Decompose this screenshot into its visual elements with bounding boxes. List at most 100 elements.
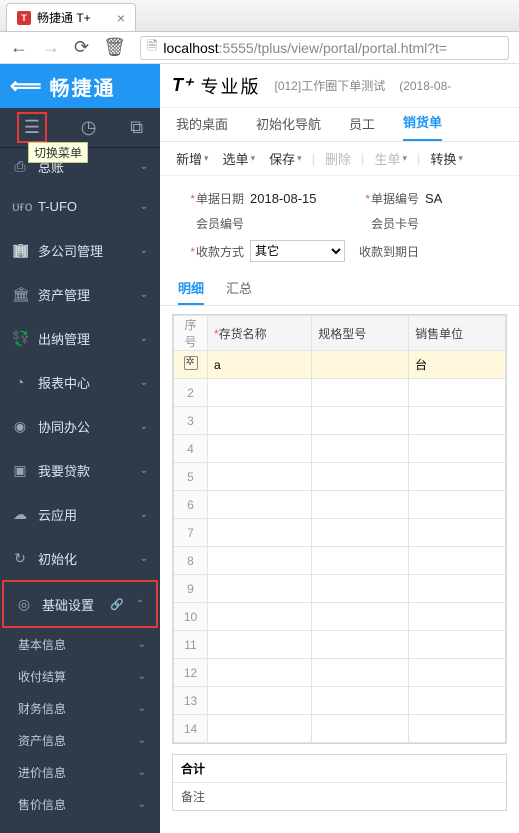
new-window-icon[interactable]: ⧉ bbox=[130, 117, 143, 138]
cell-spec[interactable] bbox=[312, 407, 409, 435]
table-row[interactable]: 6 bbox=[174, 491, 506, 519]
cell-spec[interactable] bbox=[312, 687, 409, 715]
table-row[interactable]: 12 bbox=[174, 659, 506, 687]
table-row[interactable]: 10 bbox=[174, 603, 506, 631]
sidebar-item[interactable]: ☁云应用⌄ bbox=[0, 492, 160, 536]
row-gear-icon[interactable] bbox=[184, 356, 198, 370]
table-row[interactable]: 5 bbox=[174, 463, 506, 491]
table-row[interactable]: 9 bbox=[174, 575, 506, 603]
table-row[interactable]: 11 bbox=[174, 631, 506, 659]
sidebar-item[interactable]: ◔报表中心⌄ bbox=[0, 360, 160, 404]
cell-name[interactable] bbox=[208, 407, 312, 435]
cell-spec[interactable] bbox=[312, 435, 409, 463]
cell-name[interactable] bbox=[208, 631, 312, 659]
cell-spec[interactable] bbox=[312, 351, 409, 379]
cell-spec[interactable] bbox=[312, 603, 409, 631]
cell-spec[interactable] bbox=[312, 379, 409, 407]
cell-name[interactable] bbox=[208, 603, 312, 631]
cell-unit[interactable] bbox=[409, 603, 506, 631]
delete-button[interactable]: 删除 bbox=[321, 147, 355, 170]
table-row[interactable]: 2 bbox=[174, 379, 506, 407]
cell-name[interactable] bbox=[208, 687, 312, 715]
cell-name[interactable] bbox=[208, 435, 312, 463]
trash-icon[interactable]: 🗑 bbox=[103, 37, 126, 58]
back-arrow-icon[interactable]: ⟸ bbox=[10, 73, 44, 99]
docno-value[interactable]: SA bbox=[425, 191, 515, 206]
cell-name[interactable] bbox=[208, 379, 312, 407]
sidebar-item[interactable]: ◉协同办公⌄ bbox=[0, 404, 160, 448]
tab-detail[interactable]: 明细 bbox=[178, 278, 204, 305]
cell-spec[interactable] bbox=[312, 659, 409, 687]
sidebar-subitem[interactable]: 进价信息⌄ bbox=[0, 756, 160, 788]
cell-spec[interactable] bbox=[312, 463, 409, 491]
browser-tab[interactable]: T 畅捷通 T+ × bbox=[6, 3, 136, 31]
url-input[interactable]: 🗎 localhost:5555/tplus/view/portal/porta… bbox=[140, 36, 509, 60]
cell-unit[interactable] bbox=[409, 379, 506, 407]
sidebar-item[interactable]: 💱出纳管理⌄ bbox=[0, 316, 160, 360]
paytype-select[interactable]: 其它 bbox=[250, 240, 345, 262]
reload-icon[interactable]: ⟳ bbox=[74, 37, 89, 58]
back-icon[interactable]: ← bbox=[10, 37, 28, 58]
cell-spec[interactable] bbox=[312, 491, 409, 519]
close-tab-icon[interactable]: × bbox=[117, 10, 125, 26]
cell-unit[interactable] bbox=[409, 631, 506, 659]
save-button[interactable]: 保存▾ bbox=[265, 147, 306, 170]
sidebar-subitem[interactable]: 基本信息⌄ bbox=[0, 628, 160, 660]
cell-unit[interactable] bbox=[409, 407, 506, 435]
cell-name[interactable] bbox=[208, 463, 312, 491]
new-button[interactable]: 新增▾ bbox=[172, 147, 213, 170]
menu-toggle-icon[interactable]: ☰ bbox=[17, 112, 47, 143]
cell-unit[interactable] bbox=[409, 491, 506, 519]
sidebar-item[interactable]: 🏢多公司管理⌄ bbox=[0, 228, 160, 272]
sidebar-item[interactable]: ▣我要贷款⌄ bbox=[0, 448, 160, 492]
date-value[interactable]: 2018-08-15 bbox=[250, 191, 340, 206]
tab-item[interactable]: 我的桌面 bbox=[176, 114, 228, 141]
cell-name[interactable] bbox=[208, 575, 312, 603]
link-icon[interactable]: 🔗 bbox=[110, 598, 124, 611]
sidebar-subitem[interactable]: 收付结算⌄ bbox=[0, 660, 160, 692]
cell-unit[interactable] bbox=[409, 575, 506, 603]
cell-name[interactable] bbox=[208, 715, 312, 743]
gen-button[interactable]: 生单▾ bbox=[370, 147, 411, 170]
sidebar-item[interactable]: ᴜғᴏT-UFO⌄ bbox=[0, 184, 160, 228]
convert-button[interactable]: 转换▾ bbox=[426, 147, 467, 170]
sidebar-subitem[interactable]: 资产信息⌄ bbox=[0, 724, 160, 756]
brand-bar[interactable]: ⟸ 畅捷通 bbox=[0, 64, 160, 108]
cell-spec[interactable] bbox=[312, 547, 409, 575]
table-row[interactable]: 8 bbox=[174, 547, 506, 575]
dashboard-icon[interactable]: ◷ bbox=[81, 117, 97, 138]
cell-unit[interactable]: 台 bbox=[409, 351, 506, 379]
sidebar-subitem[interactable]: 财务信息⌄ bbox=[0, 692, 160, 724]
select-button[interactable]: 选单▾ bbox=[219, 147, 260, 170]
sidebar-item-basic-settings[interactable]: ◎ 基础设置 🔗 ⌃ bbox=[4, 582, 156, 626]
cell-unit[interactable] bbox=[409, 659, 506, 687]
sidebar-item[interactable]: ↻初始化⌄ bbox=[0, 536, 160, 580]
cell-unit[interactable] bbox=[409, 519, 506, 547]
sidebar-subitem[interactable]: 售价信息⌄ bbox=[0, 788, 160, 820]
table-row[interactable]: a台 bbox=[174, 351, 506, 379]
cell-unit[interactable] bbox=[409, 715, 506, 743]
table-row[interactable]: 7 bbox=[174, 519, 506, 547]
tab-item[interactable]: 员工 bbox=[349, 114, 375, 141]
table-row[interactable]: 3 bbox=[174, 407, 506, 435]
tab-summary[interactable]: 汇总 bbox=[226, 278, 252, 305]
cell-name[interactable]: a bbox=[208, 351, 312, 379]
table-row[interactable]: 13 bbox=[174, 687, 506, 715]
cell-unit[interactable] bbox=[409, 547, 506, 575]
cell-name[interactable] bbox=[208, 547, 312, 575]
cell-spec[interactable] bbox=[312, 715, 409, 743]
cell-unit[interactable] bbox=[409, 687, 506, 715]
cell-spec[interactable] bbox=[312, 631, 409, 659]
cell-name[interactable] bbox=[208, 519, 312, 547]
tab-item[interactable]: 销货单 bbox=[403, 112, 442, 141]
table-row[interactable]: 4 bbox=[174, 435, 506, 463]
cell-spec[interactable] bbox=[312, 519, 409, 547]
cell-unit[interactable] bbox=[409, 435, 506, 463]
cell-unit[interactable] bbox=[409, 463, 506, 491]
cell-name[interactable] bbox=[208, 659, 312, 687]
cell-name[interactable] bbox=[208, 491, 312, 519]
table-row[interactable]: 14 bbox=[174, 715, 506, 743]
sidebar-item[interactable]: 🏛资产管理⌄ bbox=[0, 272, 160, 316]
tab-item[interactable]: 初始化导航 bbox=[256, 114, 321, 141]
cell-spec[interactable] bbox=[312, 575, 409, 603]
